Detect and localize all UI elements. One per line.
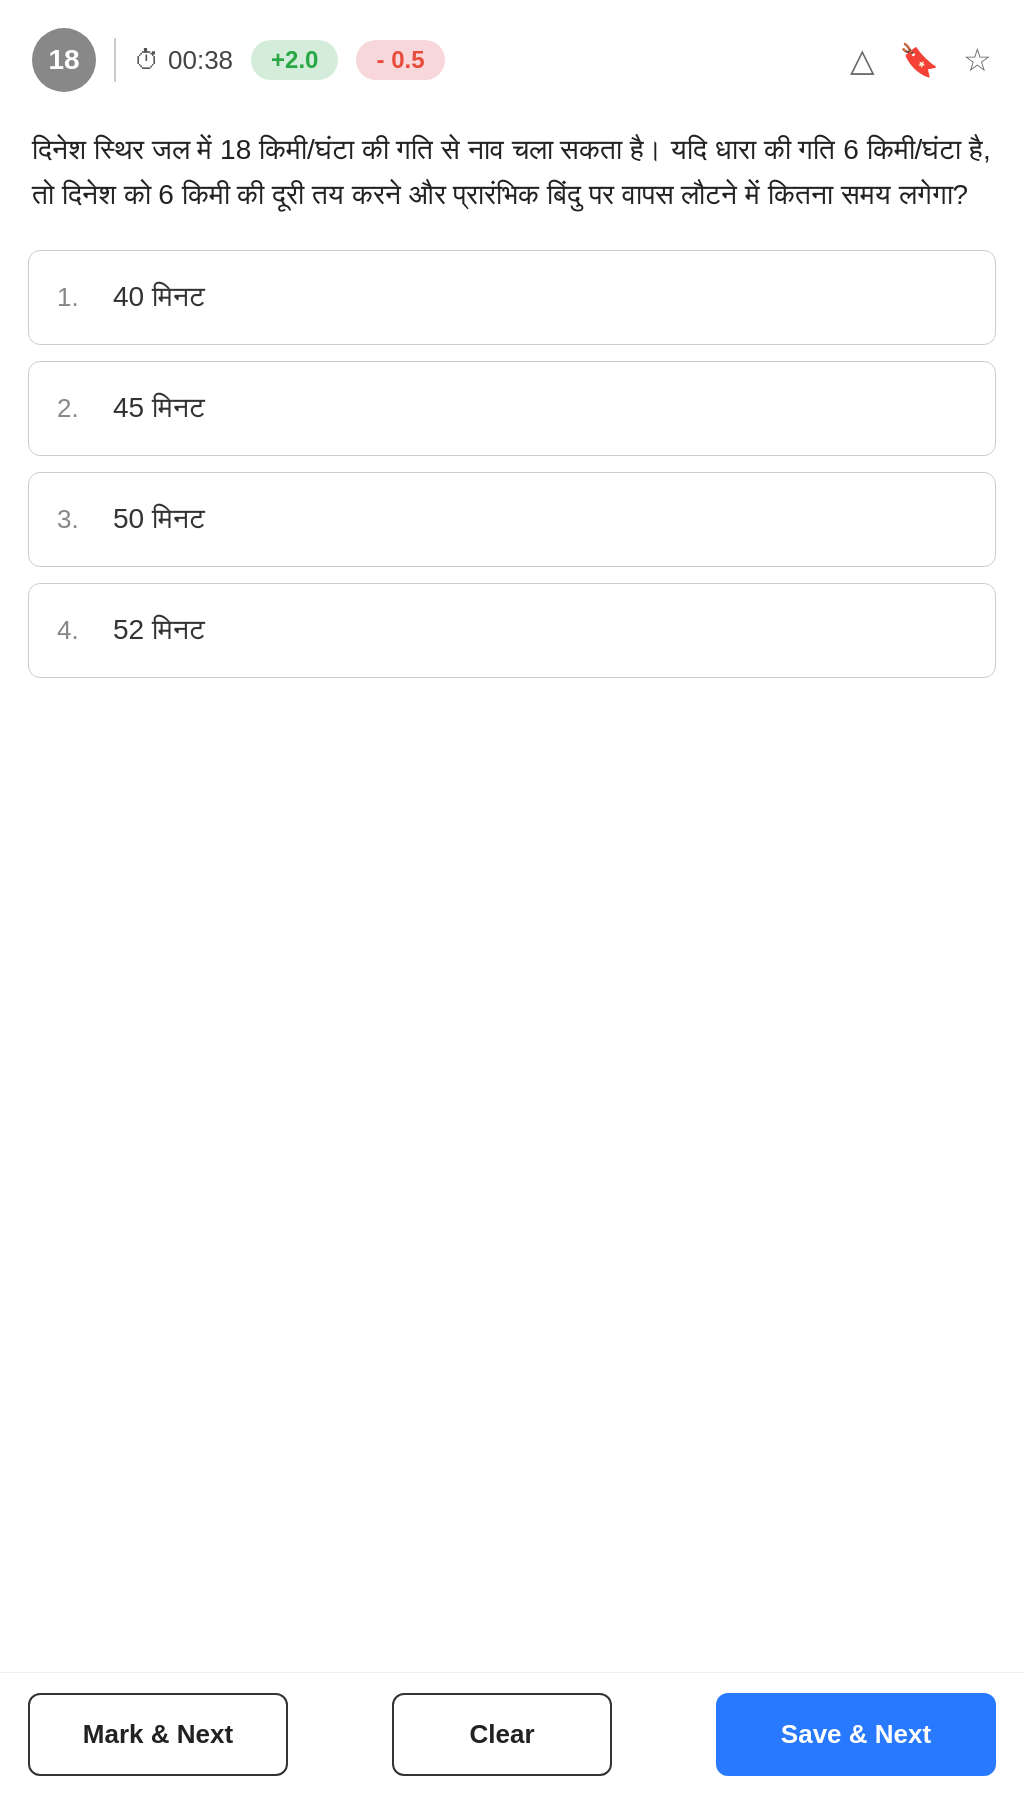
header: 18 ⏱ 00:38 +2.0 - 0.5 △ 🔖 ☆ <box>0 0 1024 112</box>
star-icon[interactable]: ☆ <box>963 41 992 79</box>
option-2-number: 2. <box>57 393 93 424</box>
mark-next-button[interactable]: Mark & Next <box>28 1693 288 1776</box>
option-4-number: 4. <box>57 615 93 646</box>
option-2-text: 45 मिनट <box>113 392 205 425</box>
header-icons: △ 🔖 ☆ <box>850 41 992 79</box>
question-text: दिनेश स्थिर जल में 18 किमी/घंटा की गति स… <box>0 112 1024 250</box>
option-3-text: 50 मिनट <box>113 503 205 536</box>
option-1[interactable]: 1. 40 मिनट <box>28 250 996 345</box>
timer-display: ⏱ 00:38 <box>134 45 233 76</box>
option-2[interactable]: 2. 45 मिनट <box>28 361 996 456</box>
save-next-button[interactable]: Save & Next <box>716 1693 996 1776</box>
bookmark-icon[interactable]: 🔖 <box>899 41 939 79</box>
option-1-text: 40 मिनट <box>113 281 205 314</box>
clear-button[interactable]: Clear <box>392 1693 612 1776</box>
alert-icon[interactable]: △ <box>850 41 875 79</box>
option-3[interactable]: 3. 50 मिनट <box>28 472 996 567</box>
option-4-text: 52 मिनट <box>113 614 205 647</box>
header-divider <box>114 38 116 82</box>
negative-marks-badge: - 0.5 <box>356 40 444 80</box>
question-number: 18 <box>32 28 96 92</box>
option-4[interactable]: 4. 52 मिनट <box>28 583 996 678</box>
bottom-bar: Mark & Next Clear Save & Next <box>0 1672 1024 1796</box>
timer-value: 00:38 <box>168 45 233 76</box>
option-3-number: 3. <box>57 504 93 535</box>
positive-marks-badge: +2.0 <box>251 40 338 80</box>
timer-icon: ⏱ <box>134 45 160 76</box>
options-container: 1. 40 मिनट 2. 45 मिनट 3. 50 मिनट 4. 52 म… <box>0 250 1024 678</box>
option-1-number: 1. <box>57 282 93 313</box>
